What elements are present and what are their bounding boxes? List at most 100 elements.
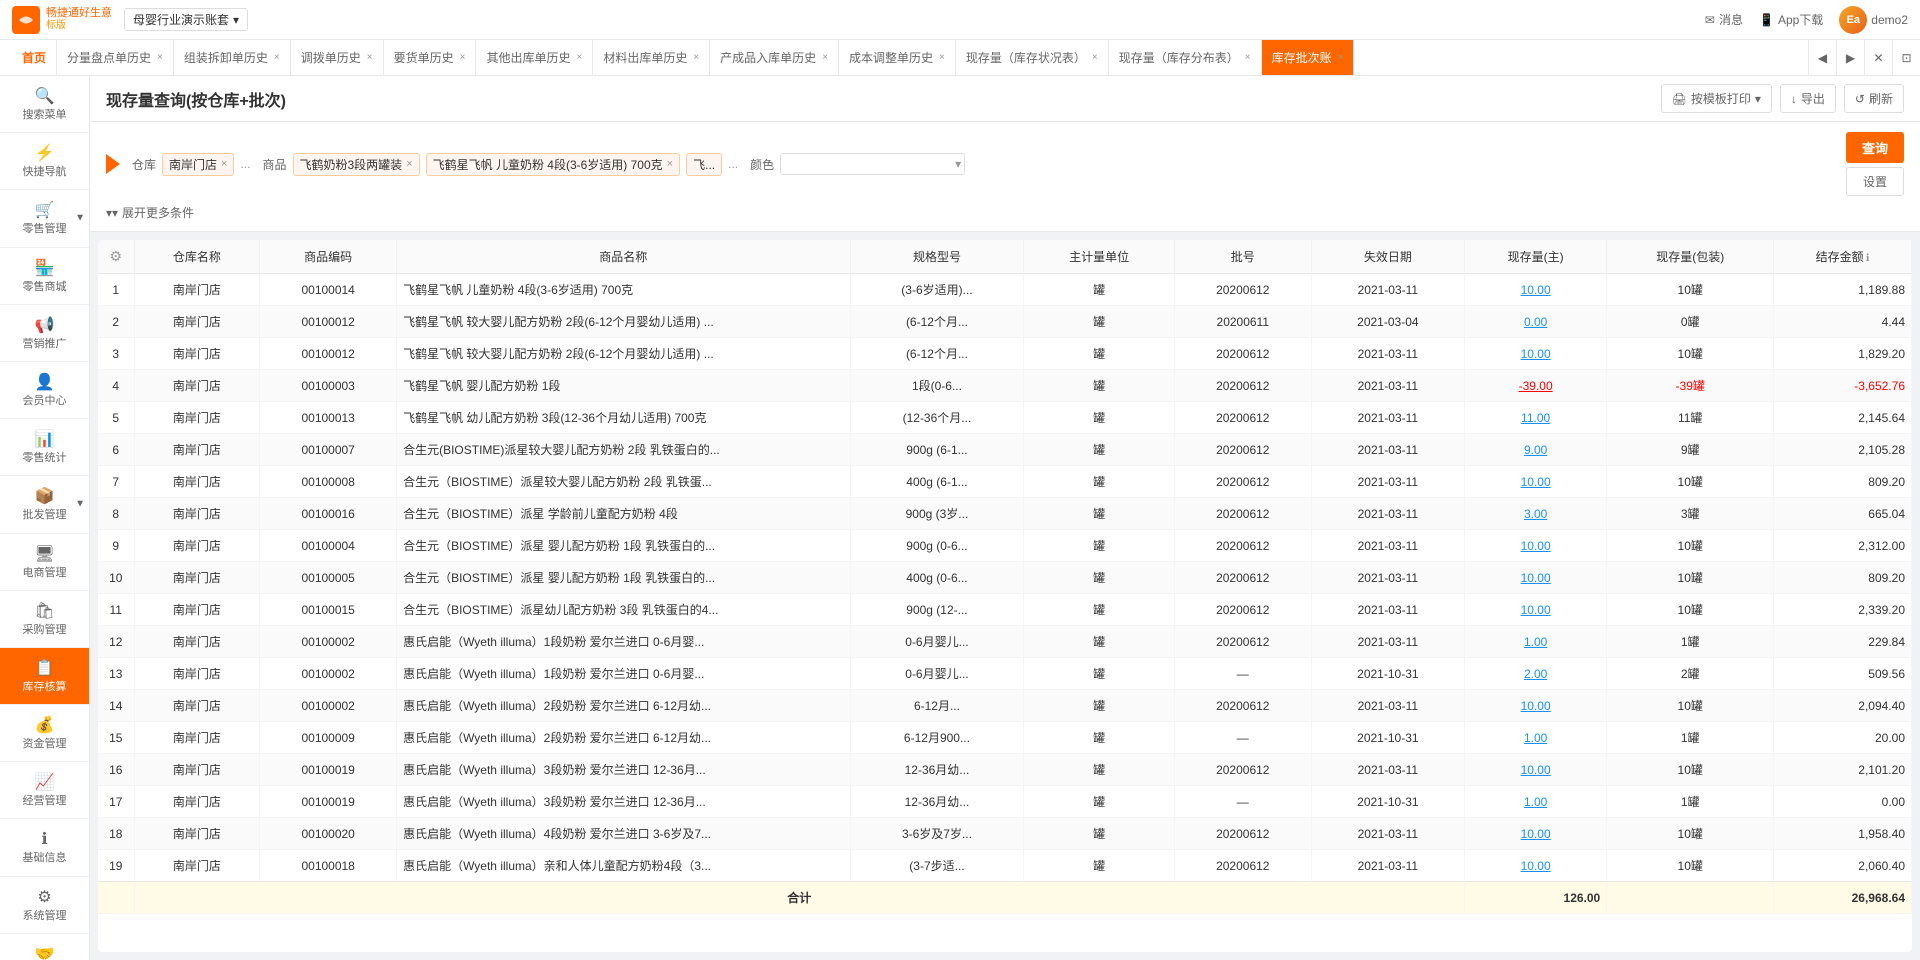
- tab-close-icon[interactable]: ×: [460, 52, 466, 63]
- td-amount: 2,094.40: [1774, 690, 1912, 722]
- tab-close-icon[interactable]: ×: [822, 52, 828, 63]
- tab-stock-status[interactable]: 现存量（库存状况表） ×: [956, 40, 1109, 76]
- sidebar-item-retail[interactable]: 🛒 零售管理 ▼: [0, 190, 89, 247]
- td-qty-main[interactable]: 9.00: [1465, 434, 1607, 466]
- warehouse-tag-close-icon[interactable]: ×: [221, 158, 227, 170]
- warehouse-more-icon[interactable]: ...: [240, 157, 250, 171]
- tab-stock-dist[interactable]: 现存量（库存分布表） ×: [1109, 40, 1262, 76]
- tab-close-icon[interactable]: ×: [367, 52, 373, 63]
- settings-btn[interactable]: 设置: [1846, 167, 1904, 196]
- amount-info-icon[interactable]: ℹ: [1866, 253, 1870, 264]
- query-btn[interactable]: 查询: [1846, 132, 1904, 163]
- tab-close-icon[interactable]: ×: [157, 52, 163, 63]
- warehouse-value: 南岸门店: [169, 156, 217, 173]
- color-filter-input[interactable]: [780, 153, 965, 175]
- tab-requisition[interactable]: 要货单历史 ×: [384, 40, 477, 76]
- tab-batch-ledger[interactable]: 库存批次账 ×: [1262, 40, 1355, 76]
- sidebar-item-wholesale[interactable]: 📦 批发管理 ▼: [0, 476, 89, 533]
- tab-close-icon[interactable]: ×: [576, 52, 582, 63]
- td-batch: 20200612: [1174, 338, 1311, 370]
- tab-product-in[interactable]: 产成品入库单历史 ×: [710, 40, 839, 76]
- td-qty-main[interactable]: 10.00: [1465, 466, 1607, 498]
- sidebar-item-corp[interactable]: 🤝 企业协同: [0, 934, 89, 960]
- logo-icon: [12, 6, 40, 34]
- td-qty-main[interactable]: 1.00: [1465, 722, 1607, 754]
- tab-other-out[interactable]: 其他出库单历史 ×: [476, 40, 593, 76]
- td-code: 00100013: [260, 402, 397, 434]
- sidebar-item-mall[interactable]: 🏪 零售商城: [0, 248, 89, 305]
- template-print-btn[interactable]: 🖨 按模板打印 ▾: [1661, 84, 1772, 113]
- goods-tag-1-close-icon[interactable]: ×: [406, 158, 412, 170]
- td-expire: 2021-03-11: [1311, 754, 1464, 786]
- td-qty-main[interactable]: 10.00: [1465, 274, 1607, 306]
- expand-more-btn[interactable]: ▾▾ 展开更多条件: [106, 204, 1904, 221]
- sidebar-item-basic[interactable]: ℹ 基础信息: [0, 819, 89, 876]
- td-qty-main[interactable]: 10.00: [1465, 530, 1607, 562]
- app-download-btn[interactable]: 📱 App下载: [1759, 11, 1823, 28]
- goods-filter-tag-more[interactable]: 飞...: [686, 153, 722, 176]
- tab-inventory-count[interactable]: 分量盘点单历史 ×: [57, 40, 174, 76]
- expand-triangle[interactable]: [106, 154, 120, 174]
- tab-close-btn[interactable]: ✕: [1864, 40, 1892, 76]
- td-qty-main[interactable]: 0.00: [1465, 306, 1607, 338]
- sidebar-item-inventory[interactable]: 📋 库存核算: [0, 648, 89, 705]
- td-qty-main[interactable]: 10.00: [1465, 338, 1607, 370]
- tab-close-icon[interactable]: ×: [274, 52, 280, 63]
- color-dropdown-icon[interactable]: ▾: [955, 157, 961, 171]
- goods-filter-tag-1[interactable]: 飞鹤奶粉3段两罐装 ×: [293, 153, 420, 176]
- td-qty-main[interactable]: 10.00: [1465, 594, 1607, 626]
- tab-nav-left[interactable]: ◀: [1808, 40, 1836, 76]
- refresh-btn[interactable]: ↺ 刷新: [1844, 84, 1904, 113]
- tab-close-icon[interactable]: ×: [1338, 52, 1344, 63]
- tab-close-icon[interactable]: ×: [939, 52, 945, 63]
- tab-close-icon[interactable]: ×: [1245, 52, 1251, 63]
- user-area[interactable]: Ea demo2: [1839, 6, 1908, 34]
- tab-close-icon[interactable]: ×: [693, 52, 699, 63]
- org-selector[interactable]: 母婴行业演示账套 ▾: [124, 8, 248, 31]
- td-batch: —: [1174, 722, 1311, 754]
- td-qty-main[interactable]: 3.00: [1465, 498, 1607, 530]
- td-qty-main[interactable]: 1.00: [1465, 626, 1607, 658]
- warehouse-filter-tag[interactable]: 南岸门店 ×: [162, 153, 234, 176]
- th-settings[interactable]: ⚙: [98, 240, 134, 274]
- sidebar-item-marketing[interactable]: 📢 营销推广: [0, 305, 89, 362]
- message-btn[interactable]: ✉ 消息: [1705, 11, 1743, 28]
- td-qty-pkg: 3罐: [1607, 498, 1774, 530]
- sidebar-item-operation[interactable]: 📈 经营管理: [0, 762, 89, 819]
- column-settings-icon[interactable]: ⚙: [109, 248, 122, 264]
- sidebar-item-finance[interactable]: 💰 资金管理: [0, 705, 89, 762]
- goods-more-icon[interactable]: ...: [728, 157, 738, 171]
- td-qty-main[interactable]: 10.00: [1465, 690, 1607, 722]
- tab-cost-adjust[interactable]: 成本调整单历史 ×: [839, 40, 956, 76]
- tab-nav-buttons: ◀ ▶ ✕ ⊡: [1808, 40, 1920, 76]
- td-qty-main[interactable]: 2.00: [1465, 658, 1607, 690]
- td-qty-pkg: 10罐: [1607, 274, 1774, 306]
- sidebar-item-shortcut[interactable]: ⚡ 快捷导航: [0, 133, 89, 190]
- tab-home[interactable]: 首页: [12, 40, 57, 76]
- sidebar-item-member[interactable]: 👤 会员中心: [0, 362, 89, 419]
- tab-nav-right[interactable]: ▶: [1836, 40, 1864, 76]
- td-qty-main[interactable]: 10.00: [1465, 562, 1607, 594]
- td-qty-main[interactable]: 1.00: [1465, 786, 1607, 818]
- sidebar-item-stats[interactable]: 📊 零售统计: [0, 419, 89, 476]
- sidebar-item-purchase[interactable]: 🛍 采购管理: [0, 591, 89, 648]
- td-qty-main[interactable]: 10.00: [1465, 818, 1607, 850]
- tab-transfer[interactable]: 调拨单历史 ×: [291, 40, 384, 76]
- td-name: 飞鹤星飞帆 较大婴儿配方奶粉 2段(6-12个月婴幼儿适用) ...: [397, 338, 850, 370]
- td-qty-main[interactable]: 10.00: [1465, 754, 1607, 786]
- goods-tag-2-close-icon[interactable]: ×: [667, 158, 673, 170]
- tab-material-out[interactable]: 材料出库单历史 ×: [593, 40, 710, 76]
- sidebar-item-system[interactable]: ⚙ 系统管理: [0, 877, 89, 934]
- goods-filter-tag-2[interactable]: 飞鹤星飞帆 儿童奶粉 4段(3-6岁适用) 700克 ×: [426, 153, 680, 176]
- td-qty-main[interactable]: 11.00: [1465, 402, 1607, 434]
- tab-expand-btn[interactable]: ⊡: [1892, 40, 1920, 76]
- tab-assembly[interactable]: 组装拆卸单历史 ×: [174, 40, 291, 76]
- sidebar-item-ecommerce[interactable]: 🖥 电商管理: [0, 534, 89, 591]
- tab-close-icon[interactable]: ×: [1092, 52, 1098, 63]
- sidebar-item-search[interactable]: 🔍 搜索菜单: [0, 76, 89, 133]
- td-expire: 2021-03-11: [1311, 274, 1464, 306]
- export-btn[interactable]: ↓ 导出: [1780, 84, 1836, 113]
- td-batch: 20200611: [1174, 306, 1311, 338]
- td-qty-main[interactable]: -39.00: [1465, 370, 1607, 402]
- td-qty-main[interactable]: 10.00: [1465, 850, 1607, 882]
